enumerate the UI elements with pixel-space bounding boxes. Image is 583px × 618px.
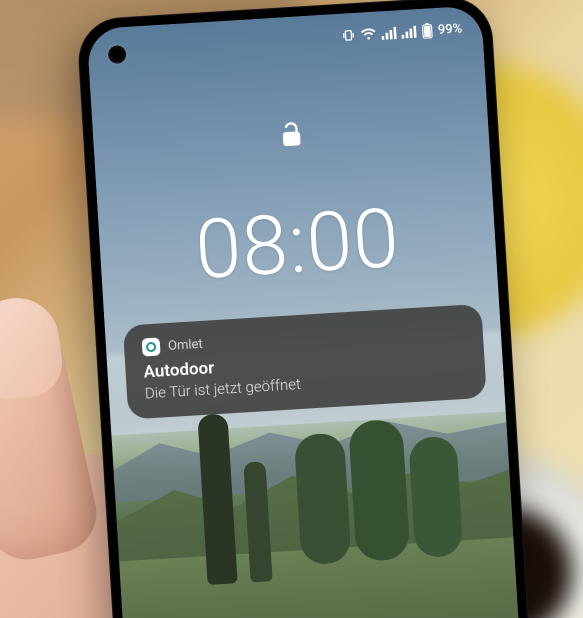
battery-icon — [420, 22, 433, 39]
notification-app-name: Omlet — [168, 336, 204, 353]
wallpaper-tree — [348, 418, 410, 561]
phone-screen[interactable]: 99% 08:00 Omlet Autodoor Die Tür ist jet… — [87, 5, 526, 618]
unlock-icon[interactable] — [277, 120, 305, 154]
battery-percentage: 99% — [437, 21, 462, 37]
wallpaper-tree — [408, 435, 463, 558]
omlet-app-icon — [142, 337, 161, 356]
signal-icon-2 — [401, 25, 417, 39]
vibrate-icon — [341, 28, 356, 43]
smartphone-frame: 99% 08:00 Omlet Autodoor Die Tür ist jet… — [76, 0, 537, 618]
wifi-icon — [360, 27, 377, 42]
signal-icon — [381, 26, 397, 40]
wallpaper-tree — [293, 432, 351, 565]
